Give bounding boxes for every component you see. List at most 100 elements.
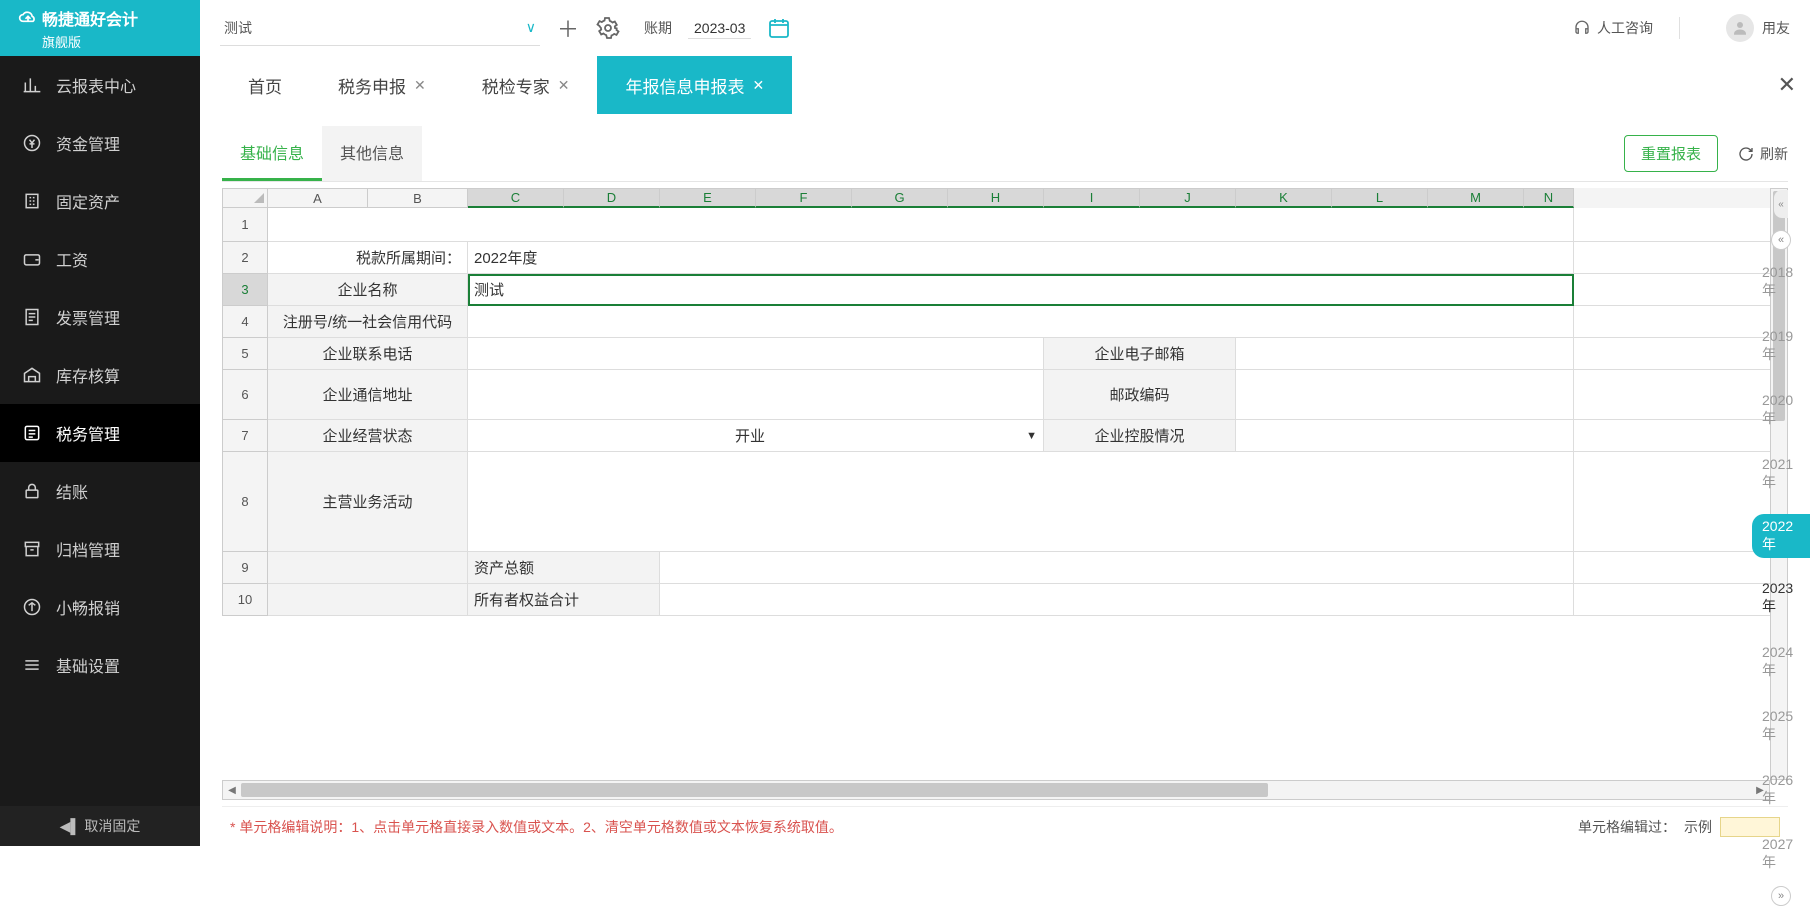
horizontal-scrollbar[interactable]: ◀ ▶ — [222, 780, 1770, 800]
row-header-2[interactable]: 2 — [222, 242, 268, 274]
year-2023年[interactable]: 2023年 — [1752, 574, 1810, 622]
legend-label: 单元格编辑过： — [1578, 817, 1676, 837]
close-all-tabs[interactable]: ✕ — [1778, 72, 1796, 98]
col-header-G[interactable]: G — [852, 188, 948, 208]
col-header-I[interactable]: I — [1044, 188, 1140, 208]
postcode-input[interactable] — [1236, 370, 1574, 419]
add-button[interactable]: ＋ — [556, 16, 580, 40]
address-input[interactable] — [468, 370, 1044, 419]
close-icon[interactable]: ✕ — [414, 77, 426, 94]
consult-button[interactable]: 人工咨询 — [1573, 18, 1653, 38]
row-header-1[interactable]: 1 — [222, 208, 268, 242]
warehouse-icon — [22, 365, 42, 385]
row-header-10[interactable]: 10 — [222, 584, 268, 616]
sidebar-item-8[interactable]: 归档管理 — [0, 520, 200, 578]
year-2025年[interactable]: 2025年 — [1752, 702, 1810, 750]
sidebar-item-6[interactable]: 税务管理 — [0, 404, 200, 462]
year-2020年[interactable]: 2020年 — [1752, 386, 1810, 434]
subtab-1[interactable]: 其他信息 — [322, 126, 422, 181]
year-2027年[interactable]: 2027年 — [1752, 830, 1810, 878]
brand-name: 畅捷通好会计 — [42, 6, 138, 30]
col-header-M[interactable]: M — [1428, 188, 1524, 208]
user-menu[interactable]: 用友 — [1726, 14, 1790, 42]
sidebar-item-label: 固定资产 — [56, 189, 120, 213]
tab-0[interactable]: 首页 — [220, 56, 310, 114]
row10-ab — [268, 584, 468, 615]
settings-button[interactable] — [596, 16, 620, 40]
rail-collapse[interactable]: « — [1774, 190, 1788, 218]
sidebar-item-2[interactable]: 固定资产 — [0, 172, 200, 230]
email-input[interactable] — [1236, 338, 1574, 369]
close-icon[interactable]: ✕ — [752, 77, 764, 94]
close-icon[interactable]: ✕ — [558, 77, 570, 94]
tab-2[interactable]: 税检专家✕ — [454, 56, 598, 114]
year-2021年[interactable]: 2021年 — [1752, 450, 1810, 498]
sidebar-item-9[interactable]: 小畅报销 — [0, 578, 200, 636]
tab-1[interactable]: 税务申报✕ — [310, 56, 454, 114]
calendar-icon[interactable] — [767, 16, 791, 40]
row-header-8[interactable]: 8 — [222, 452, 268, 552]
year-2026年[interactable]: 2026年 — [1752, 766, 1810, 814]
sidebar-item-3[interactable]: 工资 — [0, 230, 200, 288]
subtab-0[interactable]: 基础信息 — [222, 126, 322, 181]
rail-scroll-down[interactable]: » — [1771, 886, 1791, 906]
col-header-J[interactable]: J — [1140, 188, 1236, 208]
hscroll-thumb[interactable] — [241, 783, 1268, 797]
row-header-4[interactable]: 4 — [222, 306, 268, 338]
assets-input[interactable] — [660, 552, 1574, 583]
sheet-corner[interactable] — [222, 188, 268, 208]
brand-edition: 旗舰版 — [42, 32, 81, 51]
company-name-input[interactable]: 测试 — [468, 274, 1574, 305]
col-header-E[interactable]: E — [660, 188, 756, 208]
tab-3[interactable]: 年报信息申报表✕ — [597, 56, 792, 114]
postcode-label: 邮政编码 — [1044, 370, 1236, 419]
phone-input[interactable] — [468, 338, 1044, 369]
company-name: 测试 — [224, 18, 526, 38]
sidebar-item-label: 云报表中心 — [56, 73, 136, 97]
sidebar-item-4[interactable]: 发票管理 — [0, 288, 200, 346]
reimburse-icon — [22, 597, 42, 617]
reset-button[interactable]: 重置报表 — [1624, 135, 1718, 172]
year-2019年[interactable]: 2019年 — [1752, 322, 1810, 370]
sidebar-item-10[interactable]: 基础设置 — [0, 636, 200, 694]
sidebar-item-1[interactable]: 资金管理 — [0, 114, 200, 172]
col-header-C[interactable]: C — [468, 188, 564, 208]
row-header-9[interactable]: 9 — [222, 552, 268, 584]
status-dropdown[interactable]: 开业▼ — [468, 420, 1044, 451]
sidebar-item-7[interactable]: 结账 — [0, 462, 200, 520]
period-value[interactable]: 2023-03 — [688, 18, 751, 39]
row-header-7[interactable]: 7 — [222, 420, 268, 452]
reg-code-input[interactable] — [468, 306, 1574, 337]
refresh-button[interactable]: 刷新 — [1738, 144, 1788, 164]
money-icon — [22, 133, 42, 153]
col-header-L[interactable]: L — [1332, 188, 1428, 208]
rail-scroll-up[interactable]: « — [1771, 230, 1791, 250]
col-header-D[interactable]: D — [564, 188, 660, 208]
col-header-F[interactable]: F — [756, 188, 852, 208]
col-header-B[interactable]: B — [368, 188, 468, 208]
equity-input[interactable] — [660, 584, 1574, 615]
col-header-K[interactable]: K — [1236, 188, 1332, 208]
company-dropdown[interactable]: 测试 ∨ — [220, 10, 540, 46]
row-header-3[interactable]: 3 — [222, 274, 268, 306]
row9-ab — [268, 552, 468, 583]
year-2022年[interactable]: 2022年 — [1752, 514, 1810, 558]
row-header-5[interactable]: 5 — [222, 338, 268, 370]
period-value-cell: 2022年度 — [468, 242, 1574, 273]
sidebar-item-0[interactable]: 云报表中心 — [0, 56, 200, 114]
holding-label: 企业控股情况 — [1044, 420, 1236, 451]
col-header-A[interactable]: A — [268, 188, 368, 208]
unpin-button[interactable]: ◀▌ 取消固定 — [0, 806, 200, 846]
tab-label: 首页 — [248, 73, 282, 98]
holding-input[interactable] — [1236, 420, 1574, 451]
year-2018年[interactable]: 2018年 — [1752, 258, 1810, 306]
content: 基础信息其他信息 重置报表 刷新 ABCDEFGHIJKLMN 12345678… — [200, 114, 1810, 846]
col-header-N[interactable]: N — [1524, 188, 1574, 208]
row-header-6[interactable]: 6 — [222, 370, 268, 420]
sidebar-item-5[interactable]: 库存核算 — [0, 346, 200, 404]
col-header-H[interactable]: H — [948, 188, 1044, 208]
spreadsheet[interactable]: ABCDEFGHIJKLMN 12345678910 税款所属期间：2022年度… — [222, 188, 1788, 800]
mainbiz-input[interactable] — [468, 452, 1574, 551]
hscroll-left[interactable]: ◀ — [223, 781, 241, 799]
year-2024年[interactable]: 2024年 — [1752, 638, 1810, 686]
